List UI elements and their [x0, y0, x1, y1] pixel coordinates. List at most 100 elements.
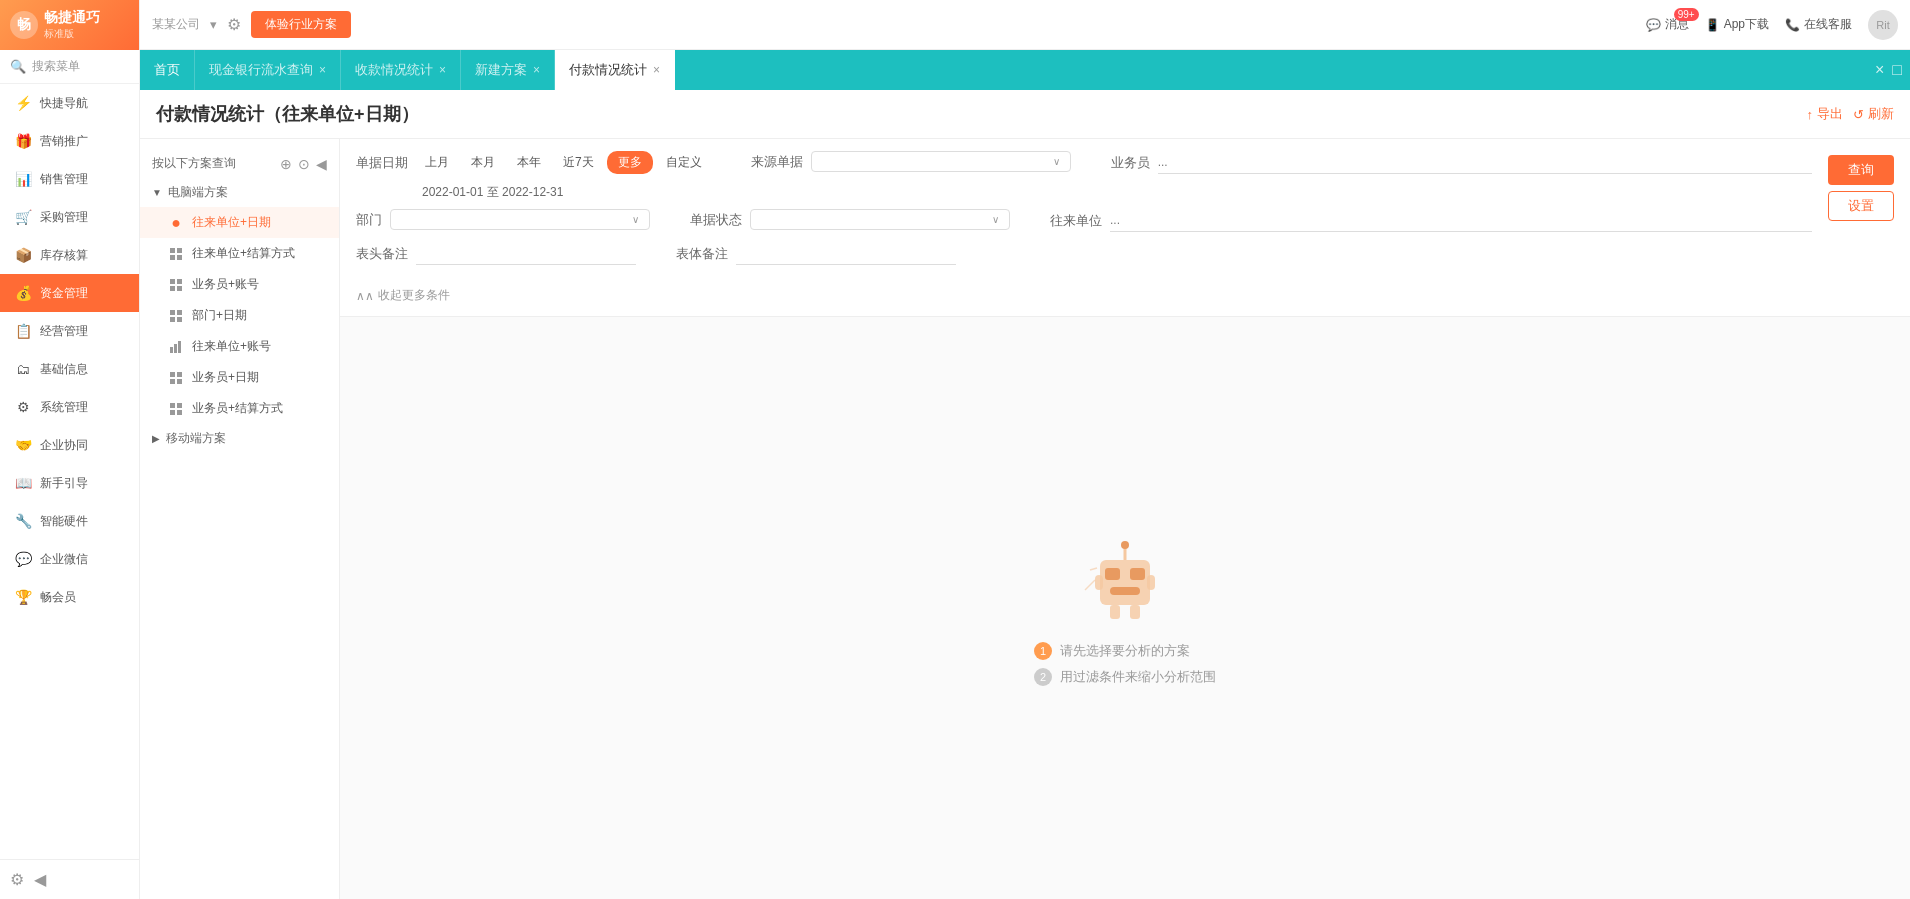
scheme-icon [168, 246, 184, 262]
tab-pay-stat-label: 付款情况统计 [569, 61, 647, 79]
tab-pay-stat[interactable]: 付款情况统计 × [555, 50, 675, 90]
scheme-item-staff-settle[interactable]: 业务员+结算方式 [140, 393, 339, 424]
sidebar-collapse-button[interactable]: ◀ [34, 870, 46, 889]
date-btn-custom[interactable]: 自定义 [657, 151, 711, 174]
message-button[interactable]: 💬 消息 99+ [1646, 16, 1689, 33]
sidebar-search[interactable]: 🔍 搜索菜单 [0, 50, 139, 84]
scheme-item-partner-date[interactable]: ● 往来单位+日期 [140, 207, 339, 238]
tab-home[interactable]: 首页 [140, 50, 195, 90]
dept-select[interactable]: ∨ [390, 209, 650, 230]
status-select[interactable]: ∨ [750, 209, 1010, 230]
sidebar-settings-button[interactable]: ⚙ [10, 870, 24, 889]
left-panel-collapse-icon[interactable]: ◀ [316, 156, 327, 172]
window-maximize-icon[interactable]: □ [1892, 61, 1902, 79]
collapse-more-button[interactable]: ∧∧ 收起更多条件 [356, 287, 1894, 304]
sidebar-item-inventory[interactable]: 📦 库存核算 [0, 236, 139, 274]
sidebar-item-guide[interactable]: 📖 新手引导 [0, 464, 139, 502]
sidebar-item-hardware[interactable]: 🔧 智能硬件 [0, 502, 139, 540]
sidebar-item-wechat[interactable]: 💬 企业微信 [0, 540, 139, 578]
sidebar-item-label: 企业协同 [40, 437, 88, 454]
tip-text-2: 用过滤条件来缩小分析范围 [1060, 668, 1216, 686]
sidebar-item-label: 库存核算 [40, 247, 88, 264]
sidebar-item-cooperation[interactable]: 🤝 企业协同 [0, 426, 139, 464]
tab-payment-stat-close-icon[interactable]: × [439, 63, 446, 77]
filter-date-item: 单据日期 上月 本月 本年 近7天 更多 自定义 [356, 151, 711, 174]
export-button[interactable]: ↑ 导出 [1807, 105, 1844, 123]
header-note-input[interactable] [416, 242, 636, 265]
tab-new-scheme-label: 新建方案 [475, 61, 527, 79]
trial-button[interactable]: 体验行业方案 [251, 11, 351, 38]
tip-num-1: 1 [1034, 642, 1052, 660]
topbar-settings-icon[interactable]: ⚙ [227, 15, 241, 34]
tab-cash-flow-close-icon[interactable]: × [319, 63, 326, 77]
scheme-group-mobile-title[interactable]: ▶ 移动端方案 [140, 424, 339, 453]
scheme-item-label: 往来单位+结算方式 [192, 245, 295, 262]
app-download-button[interactable]: 📱 App下载 [1705, 16, 1769, 33]
tab-new-scheme-close-icon[interactable]: × [533, 63, 540, 77]
filter-area: 单据日期 上月 本月 本年 近7天 更多 自定义 [340, 139, 1910, 317]
source-select[interactable]: ∨ [811, 151, 1071, 172]
date-btn-this-year[interactable]: 本年 [508, 151, 550, 174]
scheme-item-staff-date[interactable]: 业务员+日期 [140, 362, 339, 393]
sidebar-item-quick-nav[interactable]: ⚡ 快捷导航 [0, 84, 139, 122]
tab-home-label: 首页 [154, 61, 180, 79]
sidebar-item-sales[interactable]: 📊 销售管理 [0, 160, 139, 198]
partner-input[interactable] [1110, 209, 1812, 232]
window-close-icon[interactable]: × [1875, 61, 1884, 79]
collapse-section: ∧∧ 收起更多条件 [356, 275, 1894, 304]
tab-cash-flow-label: 现金银行流水查询 [209, 61, 313, 79]
sidebar-item-system[interactable]: ⚙ 系统管理 [0, 388, 139, 426]
scheme-item-label: 业务员+账号 [192, 276, 259, 293]
filter-partner-item: 往来单位 [1050, 209, 1812, 232]
scheme-settings-icon[interactable]: ⊙ [298, 156, 310, 172]
sidebar-item-marketing[interactable]: 🎁 营销推广 [0, 122, 139, 160]
online-service-button[interactable]: 📞 在线客服 [1785, 16, 1852, 33]
body-split: 按以下方案查询 ⊕ ⊙ ◀ ▼ 电脑端方案 ● 往来单位+日期 [140, 139, 1910, 899]
date-range-display: 2022-01-01 至 2022-12-31 [356, 184, 1812, 201]
body-note-input[interactable] [736, 242, 956, 265]
query-button[interactable]: 查询 [1828, 155, 1894, 185]
scheme-item-dept-date[interactable]: 部门+日期 [140, 300, 339, 331]
finance-icon: 💰 [14, 284, 32, 302]
svg-rect-9 [177, 310, 182, 315]
scheme-group-mobile-label: 移动端方案 [166, 430, 226, 447]
tab-payment-stat[interactable]: 收款情况统计 × [341, 50, 461, 90]
date-btn-this-month[interactable]: 本月 [462, 151, 504, 174]
svg-rect-12 [170, 347, 173, 353]
sidebar-item-operation[interactable]: 📋 经营管理 [0, 312, 139, 350]
filter-settings-button[interactable]: 设置 [1828, 191, 1894, 221]
refresh-button[interactable]: ↺ 刷新 [1853, 105, 1894, 123]
sidebar-item-finance[interactable]: 💰 资金管理 [0, 274, 139, 312]
left-panel-icons: ⊕ ⊙ ◀ [280, 156, 327, 172]
user-avatar[interactable]: Rit [1868, 10, 1898, 40]
sidebar-item-member[interactable]: 🏆 畅会员 [0, 578, 139, 616]
cooperation-icon: 🤝 [14, 436, 32, 454]
scheme-group-desktop-title[interactable]: ▼ 电脑端方案 [140, 178, 339, 207]
svg-point-32 [1121, 541, 1129, 549]
scheme-item-label: 往来单位+账号 [192, 338, 271, 355]
marketing-icon: 🎁 [14, 132, 32, 150]
tab-cash-flow[interactable]: 现金银行流水查询 × [195, 50, 341, 90]
scheme-icon [168, 401, 184, 417]
scheme-item-staff-account[interactable]: 业务员+账号 [140, 269, 339, 300]
scheme-item-partner-settle[interactable]: 往来单位+结算方式 [140, 238, 339, 269]
scheme-item-partner-account[interactable]: 往来单位+账号 [140, 331, 339, 362]
tab-pay-stat-close-icon[interactable]: × [653, 63, 660, 77]
add-scheme-icon[interactable]: ⊕ [280, 156, 292, 172]
refresh-icon: ↺ [1853, 107, 1864, 122]
sidebar-item-label: 企业微信 [40, 551, 88, 568]
tab-new-scheme[interactable]: 新建方案 × [461, 50, 555, 90]
sidebar-item-basic[interactable]: 🗂 基础信息 [0, 350, 139, 388]
date-btn-more[interactable]: 更多 [607, 151, 653, 174]
scheme-group-desktop: ▼ 电脑端方案 ● 往来单位+日期 往来单位+结算方式 [140, 178, 339, 424]
svg-rect-6 [170, 286, 175, 291]
sidebar-item-purchase[interactable]: 🛒 采购管理 [0, 198, 139, 236]
header-note-label: 表头备注 [356, 245, 408, 263]
sidebar-item-label: 系统管理 [40, 399, 88, 416]
svg-rect-0 [170, 248, 175, 253]
empty-illustration [1075, 530, 1175, 630]
date-btn-7days[interactable]: 近7天 [554, 151, 603, 174]
staff-input[interactable] [1158, 151, 1812, 174]
svg-rect-8 [170, 310, 175, 315]
date-btn-last-month[interactable]: 上月 [416, 151, 458, 174]
